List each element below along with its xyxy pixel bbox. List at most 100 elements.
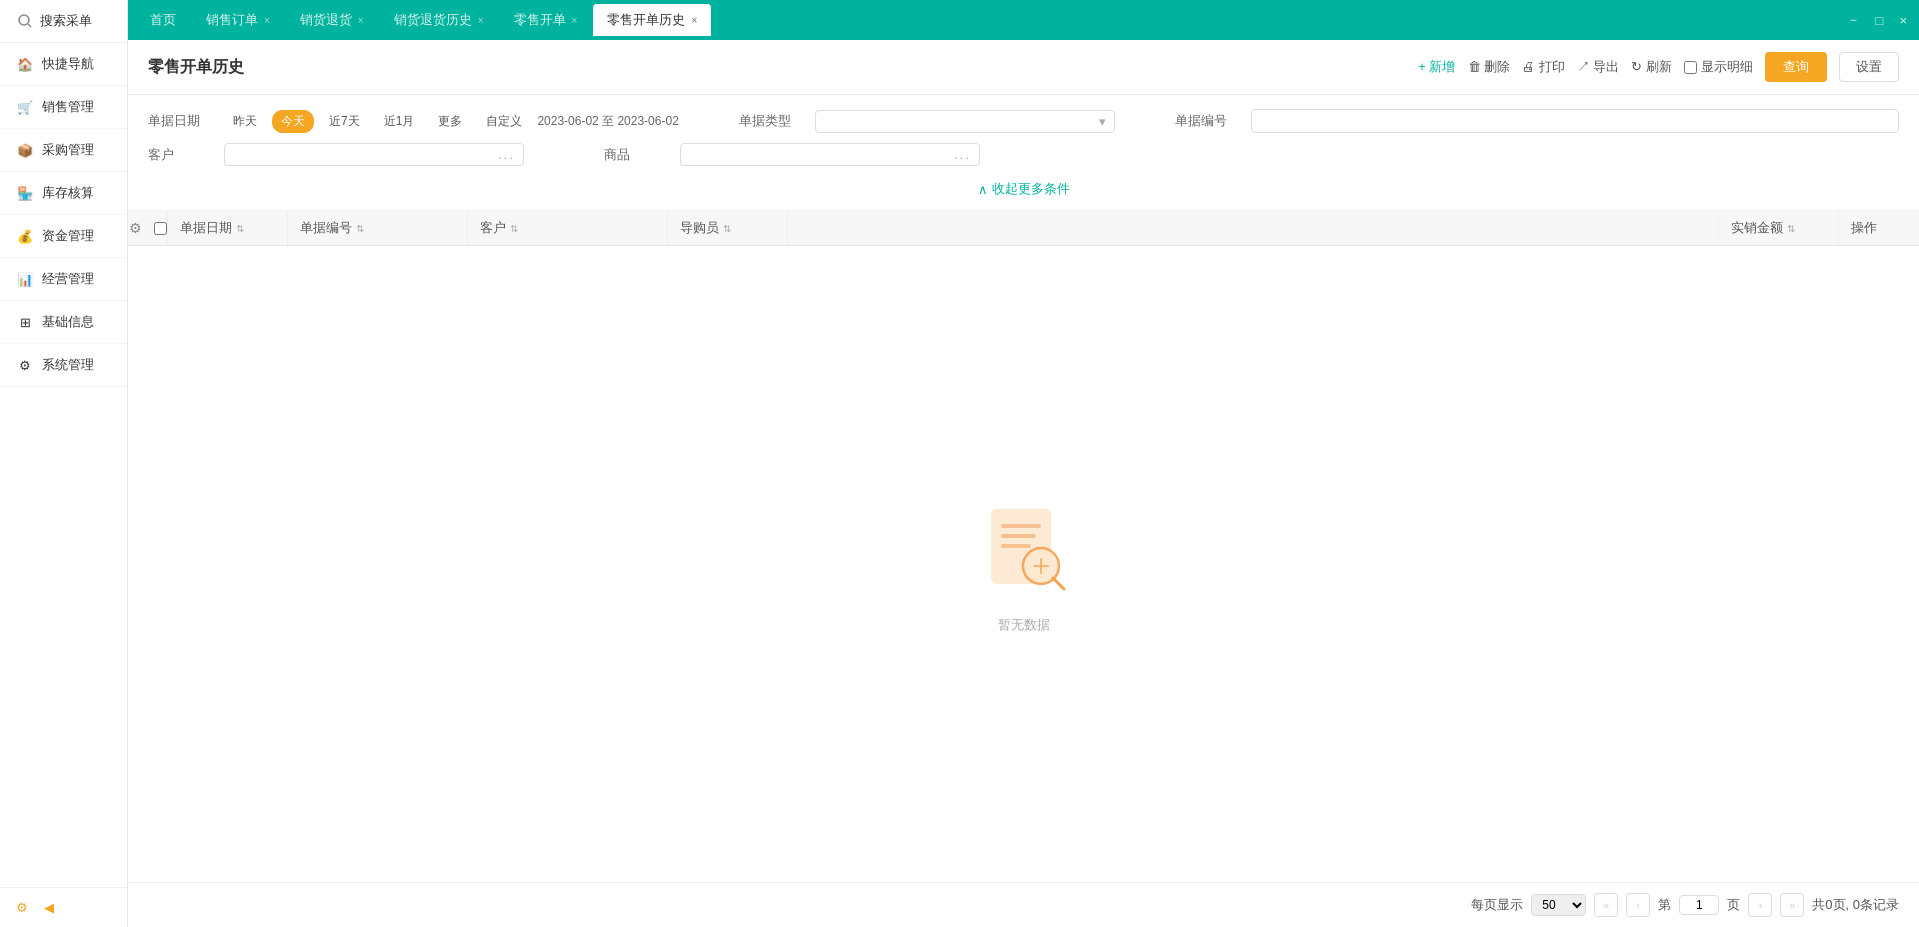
tab-sales-order[interactable]: 销售订单 × [192,4,284,36]
date-custom[interactable]: 自定义 [477,110,531,133]
customer-select[interactable]: ... [224,143,524,166]
th-guide[interactable]: 导购员 ⇅ [668,211,788,245]
last-page-btn[interactable]: » [1780,893,1804,917]
tab-retail-open-label: 零售开单 [514,11,566,29]
date-1month[interactable]: 近1月 [375,110,424,133]
sidebar-label: 库存核算 [42,184,94,202]
collapse-icon[interactable]: ◀ [44,900,54,915]
goods-dots-icon: ... [954,147,971,162]
doc-num-label: 单据编号 [1175,112,1231,130]
delete-button[interactable]: 🗑 删除 [1468,58,1511,76]
sort-num-icon: ⇅ [356,223,364,234]
date-range-display: 2023-06-02 至 2023-06-02 [537,113,678,130]
tab-retail-open[interactable]: 零售开单 × [500,4,592,36]
close-btn[interactable]: × [1895,13,1911,28]
tab-retail-open-history-close[interactable]: × [691,15,697,26]
per-page-label: 每页显示 [1471,896,1523,914]
sidebar-label: 经营管理 [42,270,94,288]
warehouse-icon: 🏪 [16,184,34,202]
print-button[interactable]: 🖨 打印 [1522,58,1565,76]
collapse-bar[interactable]: ∧ 收起更多条件 [148,176,1899,202]
sidebar-search[interactable]: 搜索采单 [0,0,127,43]
sidebar-item-fund-mgmt[interactable]: 💰 资金管理 [0,215,127,258]
th-amount[interactable]: 实销金额 ⇅ [1719,211,1839,245]
tab-sales-return-label: 销货退货 [300,11,352,29]
tab-bar: 首页 销售订单 × 销货退货 × 销货退货历史 × 零售开单 × 零售开单历史 … [128,0,1919,40]
date-today[interactable]: 今天 [272,110,314,133]
date-options: 昨天 今天 近7天 近1月 更多 自定义 2023-06-02 至 2023-0… [224,110,679,133]
prev-page-btn[interactable]: ‹ [1626,893,1650,917]
page-header: 零售开单历史 + 新增 🗑 删除 🖨 打印 ↗ 导出 ↻ 刷新 显示明细 查询 … [128,40,1919,95]
grid-icon: ⊞ [16,313,34,331]
chevron-down-icon: ▾ [1099,114,1106,129]
tab-sales-return-history[interactable]: 销货退货历史 × [380,4,498,36]
doc-num-input[interactable] [1251,109,1899,133]
refresh-button[interactable]: ↻ 刷新 [1631,58,1672,76]
sidebar-item-stock-mgmt[interactable]: 🏪 库存核算 [0,172,127,215]
settings-table-icon[interactable]: ⚙ [129,220,142,236]
filter-row-2: 客户 ... 商品 ... [148,143,1899,166]
query-button[interactable]: 查询 [1765,52,1827,82]
tab-home[interactable]: 首页 [136,4,190,36]
svg-rect-5 [1001,544,1031,548]
tab-sales-return[interactable]: 销货退货 × [286,4,378,36]
th-num[interactable]: 单据编号 ⇅ [288,211,468,245]
maximize-btn[interactable]: □ [1872,13,1888,28]
gear-icon: ⚙ [16,356,34,374]
show-detail-checkbox[interactable]: 显示明细 [1684,58,1753,76]
th-date[interactable]: 单据日期 ⇅ [168,211,288,245]
empty-state: 暂无数据 [128,246,1919,882]
sidebar-item-quick-nav[interactable]: 🏠 快捷导航 [0,43,127,86]
tab-sales-order-label: 销售订单 [206,11,258,29]
th-extra [788,220,1719,236]
tab-sales-return-close[interactable]: × [358,15,364,26]
add-button[interactable]: + 新增 [1418,58,1455,76]
tab-sales-return-history-close[interactable]: × [478,15,484,26]
tab-retail-open-history[interactable]: 零售开单历史 × [593,4,711,36]
sidebar-item-sales-mgmt[interactable]: 🛒 销售管理 [0,86,127,129]
first-page-btn[interactable]: « [1594,893,1618,917]
svg-line-1 [28,24,31,27]
page-size-select[interactable]: 20 50 100 [1531,894,1586,916]
customer-dots-icon: ... [498,147,515,162]
th-date-label: 单据日期 [180,219,232,237]
th-customer-label: 客户 [480,219,506,237]
doc-type-label: 单据类型 [739,112,795,130]
page-title: 零售开单历史 [148,57,244,78]
next-page-btn[interactable]: › [1748,893,1772,917]
toolbar: + 新增 🗑 删除 🖨 打印 ↗ 导出 ↻ 刷新 显示明细 查询 设置 [1418,52,1899,82]
page-input[interactable] [1679,895,1719,915]
sidebar-item-purchase-mgmt[interactable]: 📦 采购管理 [0,129,127,172]
th-num-label: 单据编号 [300,219,352,237]
th-customer[interactable]: 客户 ⇅ [468,211,668,245]
date-7days[interactable]: 近7天 [320,110,369,133]
sort-customer-icon: ⇅ [510,223,518,234]
collapse-label: 收起更多条件 [992,180,1070,198]
doc-type-select[interactable]: ▾ [815,110,1115,133]
sidebar-item-base-info[interactable]: ⊞ 基础信息 [0,301,127,344]
goods-select[interactable]: ... [680,143,980,166]
empty-text: 暂无数据 [998,616,1050,634]
sidebar-item-sys-mgmt[interactable]: ⚙ 系统管理 [0,344,127,387]
select-all-checkbox[interactable] [154,222,167,235]
sidebar-label: 资金管理 [42,227,94,245]
search-icon [16,12,34,30]
empty-illustration [969,494,1079,604]
date-more[interactable]: 更多 [429,110,471,133]
window-controls: － □ × [1843,11,1911,29]
settings-button[interactable]: 设置 [1839,52,1899,82]
th-check: ⚙ [128,212,168,244]
sidebar-item-ops-mgmt[interactable]: 📊 经营管理 [0,258,127,301]
date-yesterday[interactable]: 昨天 [224,110,266,133]
filter-section: 单据日期 昨天 今天 近7天 近1月 更多 自定义 2023-06-02 至 2… [128,95,1919,211]
customer-label: 客户 [148,146,204,164]
sidebar-bottom: ⚙ ◀ [0,887,127,927]
goods-label: 商品 [604,146,660,164]
tab-retail-open-close[interactable]: × [572,15,578,26]
export-button[interactable]: ↗ 导出 [1577,58,1620,76]
tab-sales-order-close[interactable]: × [264,15,270,26]
minimize-btn[interactable]: － [1843,11,1864,29]
sidebar-label: 基础信息 [42,313,94,331]
settings-bottom-icon[interactable]: ⚙ [16,900,28,915]
sidebar-label: 系统管理 [42,356,94,374]
